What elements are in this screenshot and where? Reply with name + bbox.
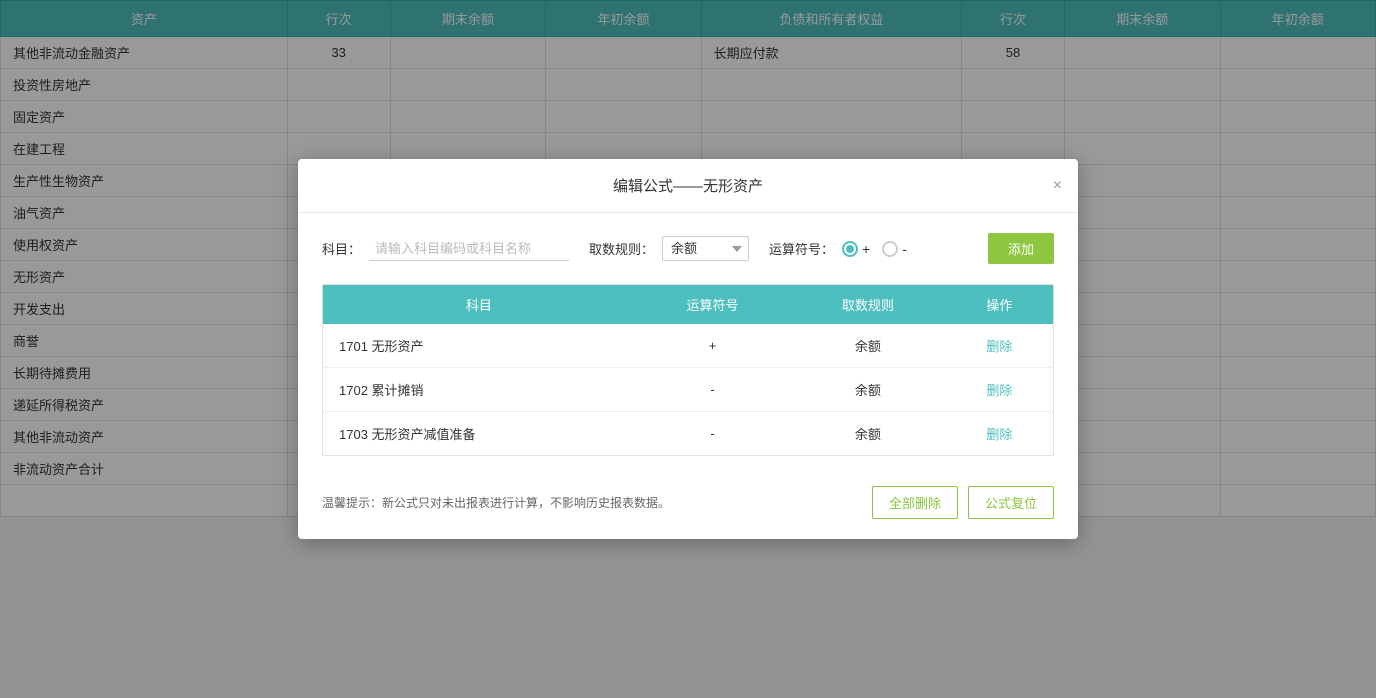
cell-action: 删除	[946, 412, 1053, 456]
cell-rule: 余额	[790, 324, 945, 368]
table-row: 1702 累计摊销-余额 删除	[323, 368, 1053, 412]
subject-input[interactable]	[369, 237, 569, 261]
rule-select[interactable]: 余额 借方 贷方 借方累计 贷方累计	[662, 236, 749, 261]
modal-footer: 温馨提示：新公式只对未出报表进行计算，不影响历史报表数据。 全部删除 公式复位	[298, 466, 1078, 539]
delete-row-button[interactable]: 删除	[986, 380, 1012, 399]
form-row: 科目： 取数规则： 余额 借方 贷方 借方累计 贷方累计 运算符号：	[298, 213, 1078, 284]
cell-operator: +	[635, 324, 790, 368]
cell-operator: -	[635, 412, 790, 456]
delete-row-button[interactable]: 删除	[986, 336, 1012, 355]
cell-rule: 余额	[790, 368, 945, 412]
operator-label: 运算符号：	[769, 239, 834, 258]
cell-action: 删除	[946, 324, 1053, 368]
rule-field-group: 取数规则： 余额 借方 贷方 借方累计 贷方累计	[589, 236, 749, 261]
radio-minus-circle	[882, 241, 898, 257]
radio-plus-circle	[842, 241, 858, 257]
th-action: 操作	[946, 285, 1053, 324]
cell-subject: 1702 累计摊销	[323, 368, 635, 412]
rule-select-wrap: 余额 借方 贷方 借方累计 贷方累计	[662, 236, 749, 261]
cell-action: 删除	[946, 368, 1053, 412]
operator-minus-radio[interactable]: -	[882, 241, 907, 257]
operator-plus-radio[interactable]: +	[842, 241, 870, 257]
operator-field-group: 运算符号： + -	[769, 239, 907, 258]
modal-header: 编辑公式——无形资产 ×	[298, 159, 1078, 213]
operator-radio-group: + -	[842, 241, 907, 257]
table-header-row: 科目 运算符号 取数规则 操作	[323, 285, 1053, 324]
reset-formula-button[interactable]: 公式复位	[968, 486, 1054, 519]
delete-row-button[interactable]: 删除	[986, 424, 1012, 443]
modal-close-button[interactable]: ×	[1053, 178, 1062, 194]
formula-table: 科目 运算符号 取数规则 操作 1701 无形资产+余额删除1702 累计摊销-…	[323, 285, 1053, 455]
footer-buttons: 全部删除 公式复位	[872, 486, 1054, 519]
modal-overlay: 编辑公式——无形资产 × 科目： 取数规则： 余额 借方 贷方 借方累计 贷方累…	[0, 0, 1376, 698]
add-button[interactable]: 添加	[988, 233, 1054, 264]
subject-field-group: 科目：	[322, 237, 569, 261]
cell-subject: 1703 无形资产减值准备	[323, 412, 635, 456]
rule-label: 取数规则：	[589, 239, 654, 258]
modal-dialog: 编辑公式——无形资产 × 科目： 取数规则： 余额 借方 贷方 借方累计 贷方累…	[298, 159, 1078, 539]
modal-title: 编辑公式——无形资产	[613, 175, 763, 196]
subject-label: 科目：	[322, 239, 361, 258]
th-subject: 科目	[323, 285, 635, 324]
formula-table-wrap: 科目 运算符号 取数规则 操作 1701 无形资产+余额删除1702 累计摊销-…	[322, 284, 1054, 456]
th-operator: 运算符号	[635, 285, 790, 324]
modal-tip: 温馨提示：新公式只对未出报表进行计算，不影响历史报表数据。	[322, 494, 670, 511]
cell-subject: 1701 无形资产	[323, 324, 635, 368]
cell-rule: 余额	[790, 412, 945, 456]
operator-minus-label: -	[902, 241, 907, 257]
delete-all-button[interactable]: 全部删除	[872, 486, 958, 519]
table-row: 1701 无形资产+余额 删除	[323, 324, 1053, 368]
operator-plus-label: +	[862, 241, 870, 257]
th-rule: 取数规则	[790, 285, 945, 324]
cell-operator: -	[635, 368, 790, 412]
table-row: 1703 无形资产减值准备-余额 删除	[323, 412, 1053, 456]
